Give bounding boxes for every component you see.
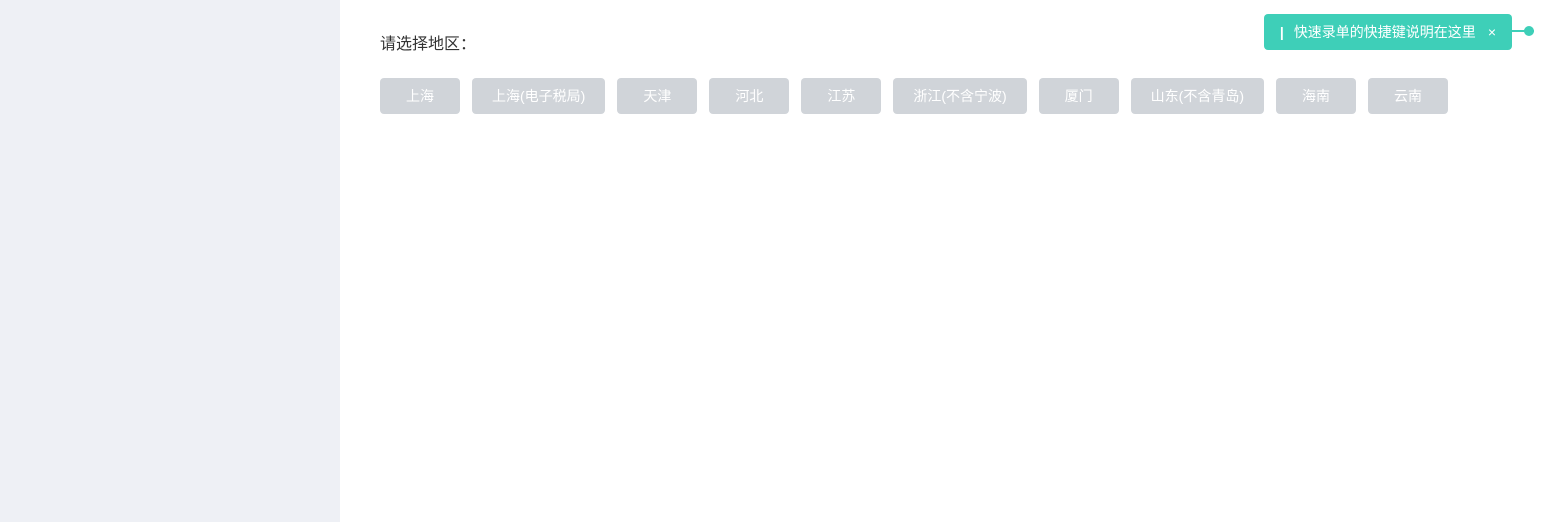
region-button-zhejiang[interactable]: 浙江(不含宁波): [893, 78, 1026, 114]
region-button-tianjin[interactable]: 天津: [617, 78, 697, 114]
tooltip-text: 快速录单的快捷键说明在这里: [1294, 22, 1476, 42]
tooltip-banner: 快速录单的快捷键说明在这里 ×: [1264, 14, 1512, 50]
tooltip-connector-dot: [1524, 26, 1534, 36]
tooltip-close-button[interactable]: ×: [1488, 24, 1496, 40]
region-button-shanghai-etax[interactable]: 上海(电子税局): [472, 78, 605, 114]
region-button-jiangsu[interactable]: 江苏: [801, 78, 881, 114]
left-sidebar: [0, 0, 340, 522]
region-button-hebei[interactable]: 河北: [709, 78, 789, 114]
region-button-shandong[interactable]: 山东(不含青岛): [1131, 78, 1264, 114]
region-buttons: 上海上海(电子税局) 天津河北江苏浙江(不含宁波) 厦门山东(不含青岛) 海南云南: [380, 78, 1522, 114]
region-button-hainan[interactable]: 海南: [1276, 78, 1356, 114]
region-button-shanghai[interactable]: 上海: [380, 78, 460, 114]
region-button-yunnan[interactable]: 云南: [1368, 78, 1448, 114]
region-button-xiamen[interactable]: 厦门: [1039, 78, 1119, 114]
main-content: 请选择地区： 上海上海(电子税局)天津河北江苏浙江(不含宁波)厦门山东(不含青岛…: [340, 0, 1562, 522]
